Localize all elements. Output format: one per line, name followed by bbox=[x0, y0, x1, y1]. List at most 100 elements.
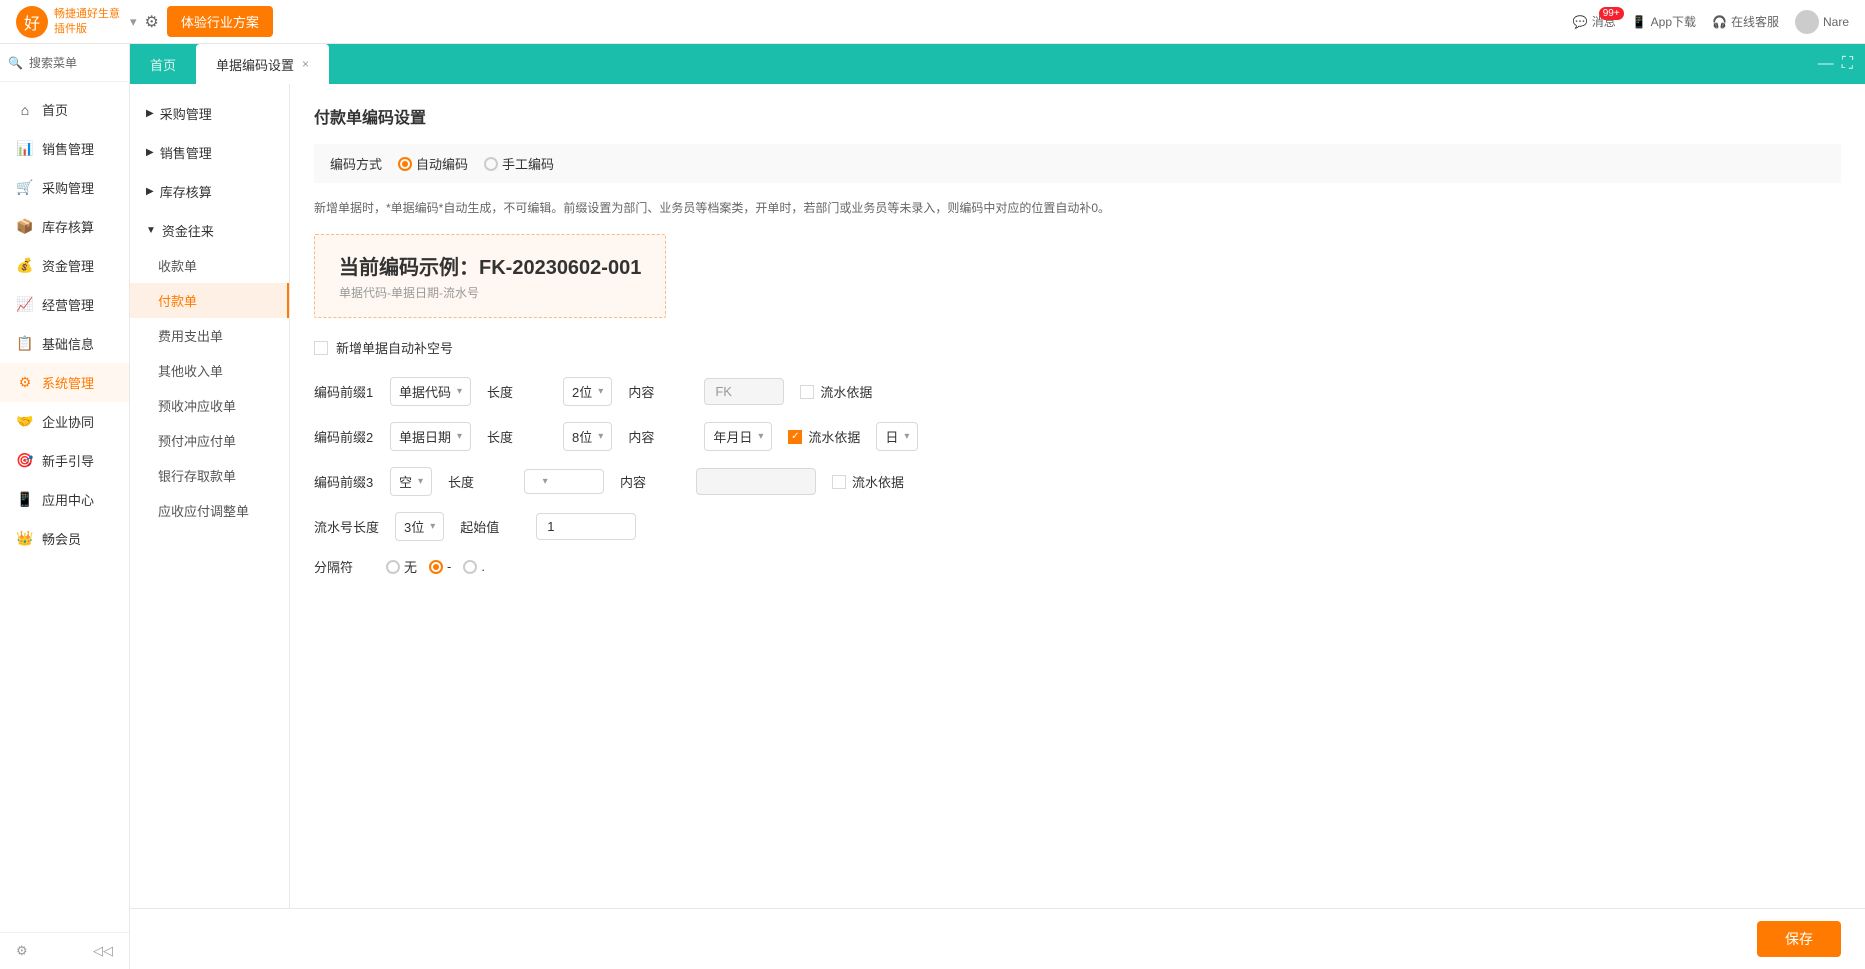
menu-group-sales: ▶ 销售管理 bbox=[130, 135, 289, 170]
sidebar-item-guide[interactable]: 🎯 新手引导 bbox=[0, 441, 129, 480]
settings-icon[interactable]: ⚙ bbox=[145, 12, 159, 32]
prefix2-serial-checkbox[interactable]: ✓ bbox=[788, 430, 802, 444]
chevron-down-icon[interactable]: ▾ bbox=[130, 14, 137, 30]
prefix2-length-select[interactable]: 8位 ▾ bbox=[563, 422, 612, 451]
sidebar-item-home[interactable]: ⌂ 首页 bbox=[0, 90, 129, 129]
tab-current[interactable]: 单据编码设置 × bbox=[196, 44, 329, 84]
prefix2-content-select[interactable]: 年月日 ▾ bbox=[704, 422, 772, 451]
manual-code-radio[interactable]: 手工编码 bbox=[484, 154, 554, 173]
menu-item-payment[interactable]: 付款单 bbox=[130, 283, 289, 318]
menu-item-receipt[interactable]: 收款单 bbox=[130, 248, 289, 283]
expand-icon[interactable]: ⛶ bbox=[1842, 55, 1853, 73]
prefix3-serial-checkbox[interactable] bbox=[832, 475, 846, 489]
prefix3-length-select[interactable]: ▾ bbox=[524, 469, 604, 494]
prefix2-select[interactable]: 单据日期 ▾ bbox=[390, 422, 471, 451]
sidebar-item-business[interactable]: 📈 经营管理 bbox=[0, 285, 129, 324]
menu-item-prepay-offset[interactable]: 预收冲应收单 bbox=[130, 388, 289, 423]
prefix3-label: 编码前缀3 bbox=[314, 472, 374, 491]
tab-home[interactable]: 首页 bbox=[130, 44, 196, 84]
user-info[interactable]: Nare bbox=[1795, 10, 1849, 34]
online-service-button[interactable]: 🎧 在线客服 bbox=[1712, 13, 1779, 30]
sidebar-item-member[interactable]: 👑 畅会员 bbox=[0, 519, 129, 558]
separator-label: 分隔符 bbox=[314, 557, 374, 576]
prefix3-content-input[interactable] bbox=[696, 468, 816, 495]
sep-none-radio-btn bbox=[386, 560, 400, 574]
menu-item-prepayment-offset[interactable]: 预付冲应付单 bbox=[130, 423, 289, 458]
tab-close-icon[interactable]: × bbox=[302, 57, 309, 71]
sidebar-item-label: 企业协同 bbox=[42, 412, 94, 431]
serial-row: 流水号长度 3位 ▾ 起始值 bbox=[314, 512, 1841, 541]
sidebar-item-basic[interactable]: 📋 基础信息 bbox=[0, 324, 129, 363]
save-button[interactable]: 保存 bbox=[1757, 921, 1841, 957]
settings-footer-icon[interactable]: ⚙ bbox=[16, 943, 28, 959]
serial-length-select[interactable]: 3位 ▾ bbox=[395, 512, 444, 541]
menu-item-bank-deposit[interactable]: 银行存取款单 bbox=[130, 458, 289, 493]
prefix1-row: 编码前缀1 单据代码 ▾ 长度 2位 ▾ 内容 流水依据 bbox=[314, 377, 1841, 406]
experience-button[interactable]: 体验行业方案 bbox=[167, 6, 273, 37]
chevron-down-icon: ▼ bbox=[146, 225, 156, 236]
prefix2-serial-unit-select[interactable]: 日 ▾ bbox=[876, 422, 918, 451]
menu-item-other-income[interactable]: 其他收入单 bbox=[130, 353, 289, 388]
sidebar-item-system[interactable]: ⚙ 系统管理 bbox=[0, 363, 129, 402]
sidebar-item-purchase[interactable]: 🛒 采购管理 bbox=[0, 168, 129, 207]
prefix1-length-select[interactable]: 2位 ▾ bbox=[563, 377, 612, 406]
prefix2-length-label: 长度 bbox=[487, 427, 547, 446]
sep-dot-radio[interactable]: . bbox=[463, 559, 485, 574]
auto-code-radio[interactable]: 自动编码 bbox=[398, 154, 468, 173]
prefix1-content-input[interactable] bbox=[704, 378, 784, 405]
menu-group-inventory-title[interactable]: ▶ 库存核算 bbox=[130, 174, 289, 209]
prefix2-serial-check: ✓ 流水依据 bbox=[788, 427, 860, 446]
prefix2-length-caret-icon: ▾ bbox=[598, 431, 603, 442]
message-button[interactable]: 💬 消息 99+ bbox=[1573, 13, 1616, 30]
code-preview-sub: 单据代码-单据日期-流水号 bbox=[339, 284, 641, 301]
sep-dot-radio-btn bbox=[463, 560, 477, 574]
sidebar-item-finance[interactable]: 💰 资金管理 bbox=[0, 246, 129, 285]
prefix1-serial-check: 流水依据 bbox=[800, 382, 872, 401]
prefix1-caret-icon: ▾ bbox=[457, 386, 462, 397]
menu-group-sales-title[interactable]: ▶ 销售管理 bbox=[130, 135, 289, 170]
menu-item-adjustment[interactable]: 应收应付调整单 bbox=[130, 493, 289, 528]
app-download-button[interactable]: 📱 App下载 bbox=[1632, 13, 1696, 30]
sidebar-item-enterprise[interactable]: 🤝 企业协同 bbox=[0, 402, 129, 441]
prefix1-serial-checkbox[interactable] bbox=[800, 385, 814, 399]
sep-dot-text: . bbox=[481, 559, 485, 574]
sidebar-item-apps[interactable]: 📱 应用中心 bbox=[0, 480, 129, 519]
code-preview-main: 当前编码示例：FK-20230602-001 bbox=[339, 251, 641, 280]
menu-item-expense[interactable]: 费用支出单 bbox=[130, 318, 289, 353]
purchase-icon: 🛒 bbox=[16, 179, 34, 197]
auto-code-radio-btn bbox=[398, 157, 412, 171]
prefix2-content-caret-icon: ▾ bbox=[758, 431, 763, 442]
prefix1-label: 编码前缀1 bbox=[314, 382, 374, 401]
sidebar-footer: ⚙ ◁◁ bbox=[0, 932, 129, 969]
serial-start-input[interactable] bbox=[536, 513, 636, 540]
menu-group-capital: ▼ 资金往来 收款单 付款单 费用支出单 其他收入单 预收冲应收单 预付冲应付单… bbox=[130, 213, 289, 528]
prefix3-content-label: 内容 bbox=[620, 472, 680, 491]
menu-group-purchase-title[interactable]: ▶ 采购管理 bbox=[130, 96, 289, 131]
menu-group-capital-title[interactable]: ▼ 资金往来 bbox=[130, 213, 289, 248]
manual-code-radio-btn bbox=[484, 157, 498, 171]
sidebar-item-inventory[interactable]: 📦 库存核算 bbox=[0, 207, 129, 246]
prefix3-select[interactable]: 空 ▾ bbox=[390, 467, 432, 496]
tab-bar: 首页 单据编码设置 × — ⛶ bbox=[130, 44, 1865, 84]
sidebar-search[interactable]: 🔍 搜索菜单 bbox=[0, 44, 129, 82]
minimize-icon[interactable]: — bbox=[1818, 55, 1834, 73]
sep-none-radio[interactable]: 无 bbox=[386, 557, 417, 576]
prefix1-select[interactable]: 单据代码 ▾ bbox=[390, 377, 471, 406]
sidebar-item-sales[interactable]: 📊 销售管理 bbox=[0, 129, 129, 168]
auto-fill-checkbox[interactable] bbox=[314, 341, 328, 355]
chevron-right-icon: ▶ bbox=[146, 147, 154, 158]
sep-dash-radio[interactable]: - bbox=[429, 559, 451, 574]
tab-bar-actions: — ⛶ bbox=[1818, 55, 1865, 73]
prefix2-content-label: 内容 bbox=[628, 427, 688, 446]
prefix3-row: 编码前缀3 空 ▾ 长度 ▾ 内容 流水依据 bbox=[314, 467, 1841, 496]
menu-group-purchase: ▶ 采购管理 bbox=[130, 96, 289, 131]
guide-icon: 🎯 bbox=[16, 452, 34, 470]
collapse-icon[interactable]: ◁◁ bbox=[93, 943, 113, 959]
service-icon: 🎧 bbox=[1712, 15, 1727, 29]
prefix1-content-label: 内容 bbox=[628, 382, 688, 401]
basic-icon: 📋 bbox=[16, 335, 34, 353]
sidebar-item-label: 应用中心 bbox=[42, 490, 94, 509]
sidebar-item-label: 采购管理 bbox=[42, 178, 94, 197]
code-preview: 当前编码示例：FK-20230602-001 单据代码-单据日期-流水号 bbox=[314, 234, 666, 318]
chevron-right-icon: ▶ bbox=[146, 108, 154, 119]
